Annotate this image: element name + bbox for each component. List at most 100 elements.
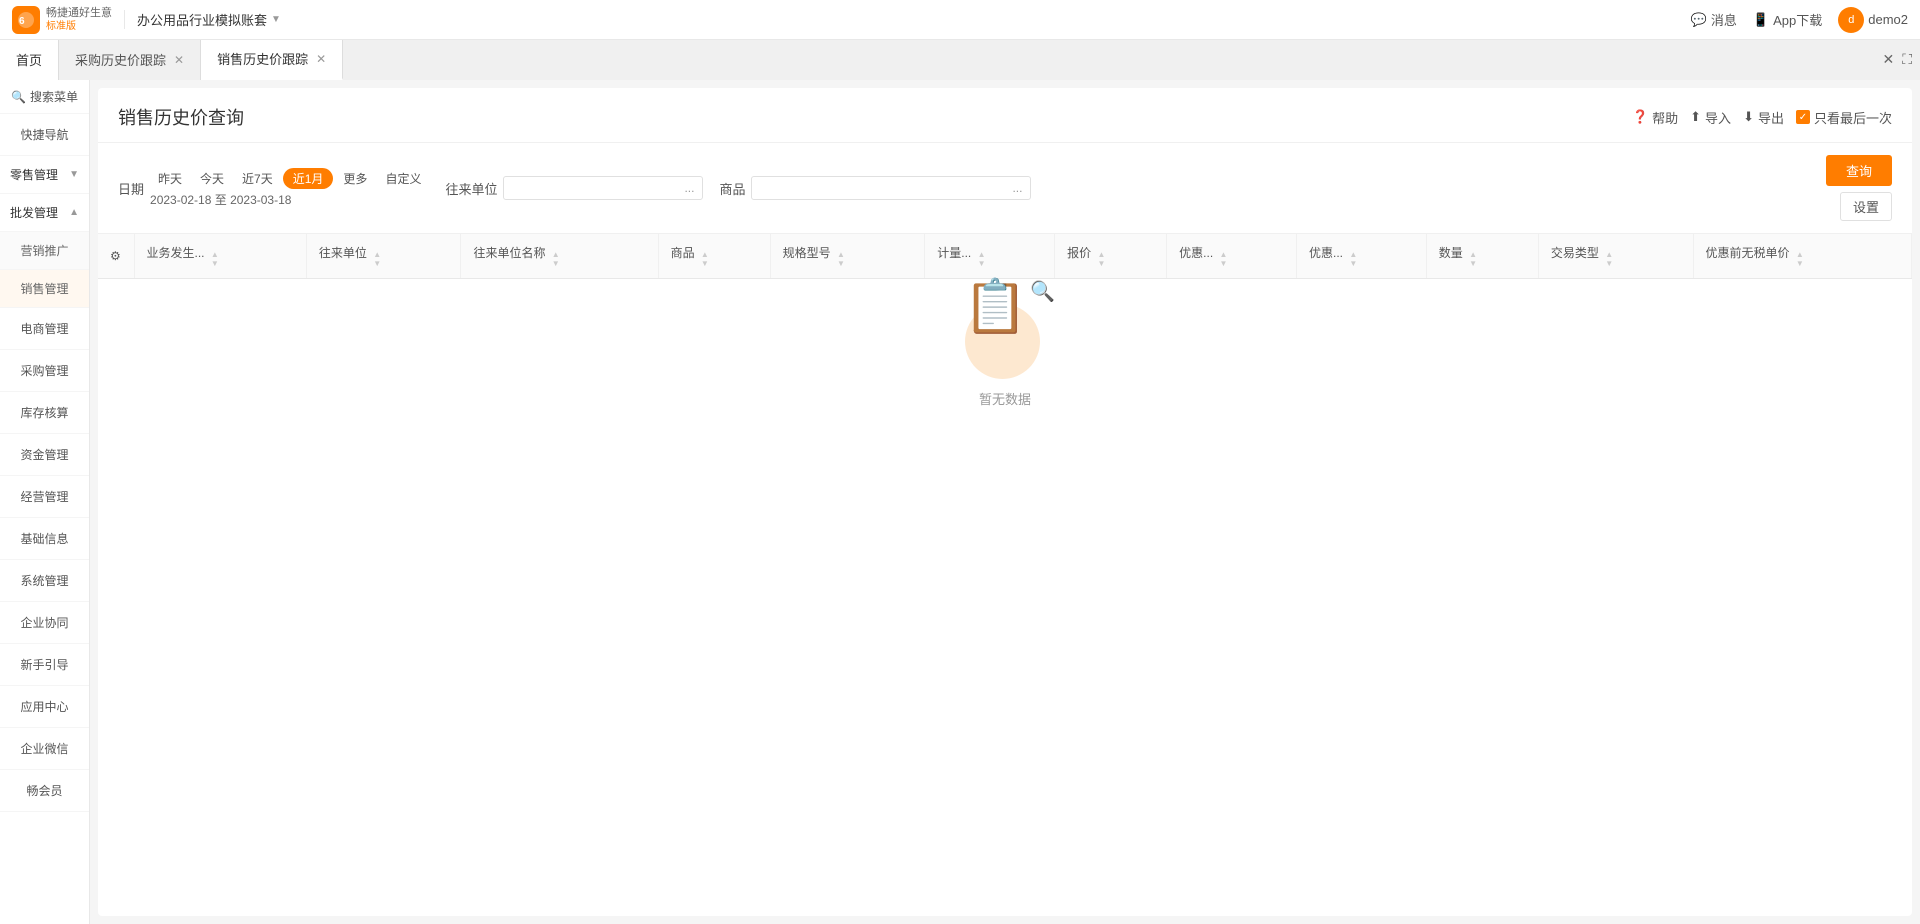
topbar-right: 💬 消息 📱 App下载 d demo2 bbox=[1691, 7, 1908, 33]
tab-sales-close[interactable]: ✕ bbox=[316, 53, 326, 65]
sidebar-item-finance[interactable]: 资金管理 bbox=[0, 434, 89, 476]
app-selector[interactable]: 办公用品行业模拟账套 ▼ bbox=[124, 10, 281, 29]
empty-text: 暂无数据 bbox=[979, 389, 1031, 408]
th-discount1-label: 优惠... bbox=[1179, 246, 1213, 260]
th-qty[interactable]: 数量 ▲▼ bbox=[1426, 234, 1538, 279]
date-btn-1month[interactable]: 近1月 bbox=[283, 168, 334, 189]
sidebar-item-inventory[interactable]: 库存核算 bbox=[0, 392, 89, 434]
export-icon: ⬇ bbox=[1743, 109, 1754, 125]
empty-icon-search: 🔍 bbox=[1030, 279, 1055, 304]
th-trade-type[interactable]: 交易类型 ▲▼ bbox=[1538, 234, 1693, 279]
user-profile[interactable]: d demo2 bbox=[1838, 7, 1908, 33]
sidebar-finance-label: 资金管理 bbox=[20, 446, 68, 463]
import-button[interactable]: ⬆ 导入 bbox=[1690, 108, 1731, 127]
sidebar-wholesale-label: 批发管理 bbox=[10, 204, 58, 221]
th-spec[interactable]: 规格型号 ▲▼ bbox=[770, 234, 925, 279]
tab-purchase-label: 采购历史价跟踪 bbox=[75, 50, 166, 69]
page: 销售历史价查询 ❓ 帮助 ⬆ 导入 ⬇ 导出 ✓ bbox=[98, 88, 1912, 916]
search-icon: 🔍 bbox=[11, 90, 26, 104]
filter-actions: 查询 设置 bbox=[1826, 155, 1892, 221]
tab-purchase-history[interactable]: 采购历史价跟踪 ✕ bbox=[59, 40, 201, 80]
th-partner-code[interactable]: 往来单位 ▲▼ bbox=[306, 234, 461, 279]
sort-arrows-partner-name: ▲▼ bbox=[552, 251, 560, 268]
data-table: ⚙ 业务发生... ▲▼ 往来单位 ▲▼ 往来单位名称 bbox=[98, 234, 1912, 279]
query-button[interactable]: 查询 bbox=[1826, 155, 1892, 186]
tab-sales-history[interactable]: 销售历史价跟踪 ✕ bbox=[201, 40, 343, 80]
page-title: 销售历史价查询 bbox=[118, 104, 244, 130]
th-biz-date-label: 业务发生... bbox=[147, 246, 205, 260]
date-btn-today[interactable]: 今天 bbox=[192, 168, 232, 189]
filter-bar: 日期 昨天 今天 近7天 近1月 更多 自定义 2023-02-18 至 202… bbox=[98, 143, 1912, 234]
sidebar-system-label: 系统管理 bbox=[20, 572, 68, 589]
date-label: 日期 bbox=[118, 179, 144, 198]
export-button[interactable]: ⬇ 导出 bbox=[1743, 108, 1784, 127]
tab-home[interactable]: 首页 bbox=[0, 40, 59, 80]
sidebar-item-vip[interactable]: 畅会员 bbox=[0, 770, 89, 812]
topbar: 6 畅捷通好生意 标准版 办公用品行业模拟账套 ▼ 💬 消息 📱 App下载 d… bbox=[0, 0, 1920, 40]
partner-dots-icon: ... bbox=[684, 181, 694, 195]
goods-filter-group: 商品 ... bbox=[719, 176, 1031, 200]
only-last-checkbox[interactable]: ✓ 只看最后一次 bbox=[1796, 108, 1892, 127]
sidebar-item-new-guide[interactable]: 新手引导 bbox=[0, 644, 89, 686]
sort-arrows-partner-code: ▲▼ bbox=[373, 251, 381, 268]
goods-dots-icon: ... bbox=[1012, 181, 1022, 195]
sidebar-item-enterprise-wechat[interactable]: 企业微信 bbox=[0, 728, 89, 770]
goods-input[interactable]: ... bbox=[751, 176, 1031, 200]
tab-purchase-close[interactable]: ✕ bbox=[174, 54, 184, 66]
sort-arrows-spec: ▲▼ bbox=[837, 251, 845, 268]
settings-button[interactable]: 设置 bbox=[1840, 192, 1892, 221]
th-goods[interactable]: 商品 ▲▼ bbox=[658, 234, 770, 279]
sidebar-item-purchase[interactable]: 采购管理 bbox=[0, 350, 89, 392]
chevron-right-icon: ▼ bbox=[69, 169, 79, 180]
sidebar-item-app-center[interactable]: 应用中心 bbox=[0, 686, 89, 728]
th-settings[interactable]: ⚙ bbox=[98, 234, 134, 279]
sort-arrows-unit: ▲▼ bbox=[978, 251, 986, 268]
tab-sales-label: 销售历史价跟踪 bbox=[217, 49, 308, 68]
empty-icon-figure: 📋 bbox=[963, 281, 1028, 333]
message-button[interactable]: 💬 消息 bbox=[1691, 10, 1737, 29]
goods-label: 商品 bbox=[719, 179, 745, 198]
sort-arrows-trade-type: ▲▼ bbox=[1605, 251, 1613, 268]
th-quote[interactable]: 报价 ▲▼ bbox=[1055, 234, 1167, 279]
content-area: 销售历史价查询 ❓ 帮助 ⬆ 导入 ⬇ 导出 ✓ bbox=[90, 80, 1920, 924]
sidebar-item-search[interactable]: 🔍 搜索菜单 bbox=[0, 80, 89, 114]
th-biz-date[interactable]: 业务发生... ▲▼ bbox=[134, 234, 306, 279]
th-pre-tax-price[interactable]: 优惠前无税单价 ▲▼ bbox=[1693, 234, 1912, 279]
close-all-tabs-icon[interactable]: ✕ bbox=[1882, 51, 1894, 68]
sidebar-vip-label: 畅会员 bbox=[26, 782, 62, 799]
th-unit[interactable]: 计量... ▲▼ bbox=[925, 234, 1055, 279]
logo-icon: 6 bbox=[12, 6, 40, 34]
date-btn-custom[interactable]: 自定义 bbox=[377, 168, 429, 189]
tabbar: 首页 采购历史价跟踪 ✕ 销售历史价跟踪 ✕ ✕ ⛶ bbox=[0, 40, 1920, 80]
sidebar-item-basic-info[interactable]: 基础信息 bbox=[0, 518, 89, 560]
sidebar-item-enterprise-collab[interactable]: 企业协同 bbox=[0, 602, 89, 644]
sidebar-marketing-label: 营销推广 bbox=[20, 242, 68, 259]
maximize-icon[interactable]: ⛶ bbox=[1902, 51, 1912, 68]
help-button[interactable]: ❓ 帮助 bbox=[1632, 108, 1678, 127]
partner-input[interactable]: ... bbox=[503, 176, 703, 200]
sidebar-item-system[interactable]: 系统管理 bbox=[0, 560, 89, 602]
sort-arrows-qty: ▲▼ bbox=[1469, 251, 1477, 268]
th-discount1[interactable]: 优惠... ▲▼ bbox=[1167, 234, 1297, 279]
th-pre-tax-price-label: 优惠前无税单价 bbox=[1706, 246, 1790, 260]
date-btn-more[interactable]: 更多 bbox=[335, 168, 375, 189]
sidebar-search-label: 搜索菜单 bbox=[30, 88, 78, 105]
th-discount2[interactable]: 优惠... ▲▼ bbox=[1296, 234, 1426, 279]
sidebar-item-operations[interactable]: 经营管理 bbox=[0, 476, 89, 518]
date-btn-yesterday[interactable]: 昨天 bbox=[150, 168, 190, 189]
sidebar-item-sales-mgmt[interactable]: 销售管理 bbox=[0, 270, 89, 308]
chevron-down-icon: ▲ bbox=[69, 207, 79, 218]
sidebar-item-ecommerce[interactable]: 电商管理 bbox=[0, 308, 89, 350]
sort-arrows-discount2: ▲▼ bbox=[1349, 251, 1357, 268]
th-qty-label: 数量 bbox=[1439, 246, 1463, 260]
table-header-row: ⚙ 业务发生... ▲▼ 往来单位 ▲▼ 往来单位名称 bbox=[98, 234, 1912, 279]
sidebar-item-marketing[interactable]: 营销推广 bbox=[0, 232, 89, 270]
app-download-button[interactable]: 📱 App下载 bbox=[1753, 10, 1822, 29]
sidebar-item-wholesale[interactable]: 批发管理 ▲ bbox=[0, 194, 89, 232]
sidebar-item-retail[interactable]: 零售管理 ▼ bbox=[0, 156, 89, 194]
chevron-down-icon: ▼ bbox=[271, 14, 281, 25]
date-btn-7days[interactable]: 近7天 bbox=[234, 168, 281, 189]
sidebar-item-quick-nav[interactable]: 快捷导航 bbox=[0, 114, 89, 156]
main-layout: 🔍 搜索菜单 快捷导航 零售管理 ▼ 批发管理 ▲ 营销推广 销售管理 电商管理… bbox=[0, 80, 1920, 924]
th-partner-name[interactable]: 往来单位名称 ▲▼ bbox=[461, 234, 658, 279]
